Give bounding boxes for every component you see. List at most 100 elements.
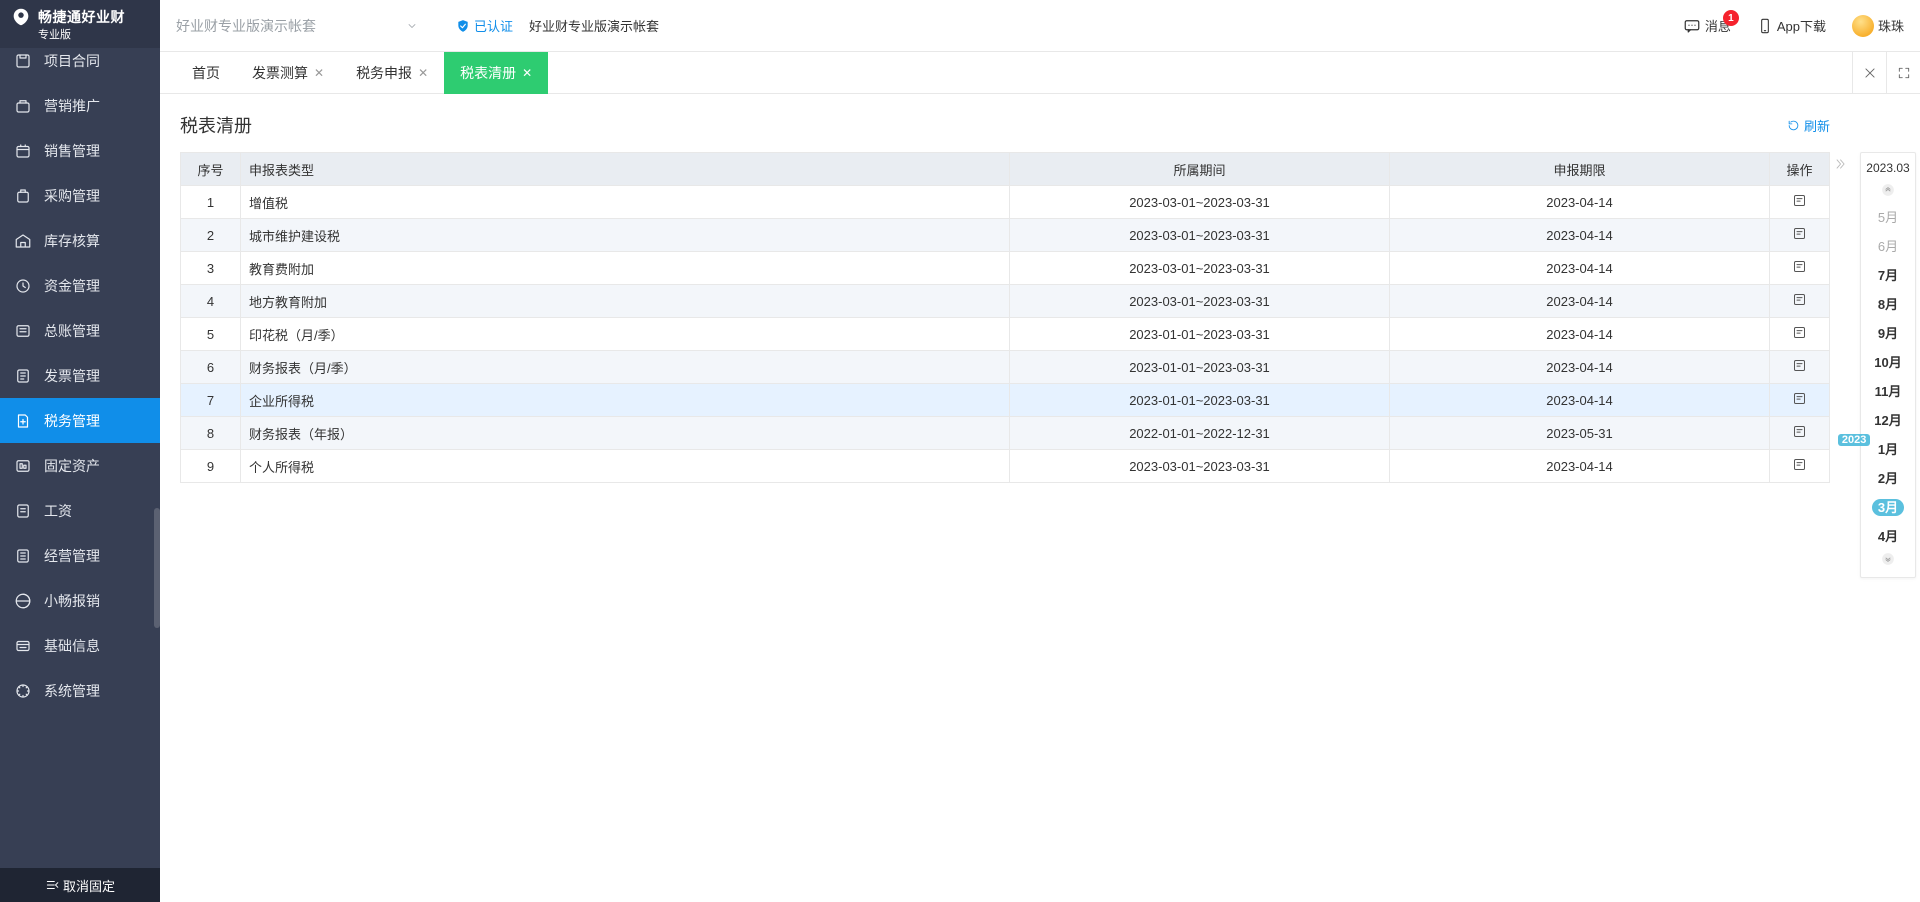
sidebar-item-12[interactable]: 小畅报销 — [0, 578, 160, 623]
cell-idx: 5 — [181, 318, 241, 351]
menu-icon — [14, 682, 32, 700]
app-download-button[interactable]: App下载 — [1757, 16, 1826, 35]
cell-op[interactable] — [1770, 252, 1830, 285]
sidebar-item-label: 销售管理 — [44, 141, 100, 161]
sidebar-item-13[interactable]: 基础信息 — [0, 623, 160, 668]
brand-block: 畅捷通好业财 专业版 — [0, 0, 160, 48]
menu-icon — [14, 97, 32, 115]
cell-due: 2023-04-14 — [1390, 285, 1770, 318]
sidebar-item-9[interactable]: 固定资产 — [0, 443, 160, 488]
table-row[interactable]: 7企业所得税2023-01-01~2023-03-312023-04-14 — [181, 384, 1830, 417]
menu-icon — [14, 232, 32, 250]
table-row[interactable]: 4地方教育附加2023-03-01~2023-03-312023-04-14 — [181, 285, 1830, 318]
sidebar-item-label: 基础信息 — [44, 636, 100, 656]
account-name: 好业财专业版演示帐套 — [176, 16, 316, 36]
tabs-fullscreen-button[interactable] — [1886, 52, 1920, 94]
cell-type: 城市维护建设税 — [241, 219, 1010, 252]
sidebar-item-3[interactable]: 采购管理 — [0, 173, 160, 218]
date-scroll-up[interactable] — [1881, 183, 1895, 200]
cell-type: 财务报表（年报） — [241, 417, 1010, 450]
date-month[interactable]: 7月 — [1872, 260, 1904, 289]
cell-op[interactable] — [1770, 285, 1830, 318]
sidebar-item-5[interactable]: 资金管理 — [0, 263, 160, 308]
avatar — [1852, 15, 1874, 37]
sidebar-item-8[interactable]: 税务管理 — [0, 398, 160, 443]
table-row[interactable]: 5印花税（月/季）2023-01-01~2023-03-312023-04-14 — [181, 318, 1830, 351]
cell-period: 2023-03-01~2023-03-31 — [1010, 450, 1390, 483]
sidebar-item-label: 经营管理 — [44, 546, 100, 566]
sidebar-unpin-label: 取消固定 — [63, 876, 115, 895]
sidebar-menu: 项目合同营销推广销售管理采购管理库存核算资金管理总账管理发票管理税务管理固定资产… — [0, 48, 160, 868]
sidebar-item-label: 项目合同 — [44, 51, 100, 71]
tab-close-icon[interactable]: ✕ — [522, 66, 532, 80]
date-current[interactable]: 2023.03 — [1861, 157, 1915, 181]
tabs-close-button[interactable] — [1852, 52, 1886, 94]
sidebar-item-10[interactable]: 工资 — [0, 488, 160, 533]
tab-0[interactable]: 首页 — [176, 52, 236, 94]
cell-op[interactable] — [1770, 219, 1830, 252]
date-month[interactable]: 5月 — [1872, 202, 1904, 231]
date-month[interactable]: 11月 — [1872, 376, 1904, 405]
verified-badge: 已认证 — [456, 16, 513, 35]
sidebar-item-1[interactable]: 营销推广 — [0, 83, 160, 128]
close-icon — [1863, 66, 1877, 80]
date-month[interactable]: 20231月 — [1872, 434, 1904, 463]
date-month[interactable]: 2月 — [1872, 463, 1904, 492]
tab-close-icon[interactable]: ✕ — [418, 66, 428, 80]
tab-1[interactable]: 发票测算✕ — [236, 52, 340, 94]
table-row[interactable]: 2城市维护建设税2023-03-01~2023-03-312023-04-14 — [181, 219, 1830, 252]
cell-op[interactable] — [1770, 417, 1830, 450]
sidebar-item-11[interactable]: 经营管理 — [0, 533, 160, 578]
brand-edition: 专业版 — [38, 26, 150, 42]
cell-op[interactable] — [1770, 318, 1830, 351]
table-row[interactable]: 9个人所得税2023-03-01~2023-03-312023-04-14 — [181, 450, 1830, 483]
sidebar-item-label: 资金管理 — [44, 276, 100, 296]
table-row[interactable]: 8财务报表（年报）2022-01-01~2022-12-312023-05-31 — [181, 417, 1830, 450]
refresh-button[interactable]: 刷新 — [1787, 116, 1830, 135]
table-row[interactable]: 3教育费附加2023-03-01~2023-03-312023-04-14 — [181, 252, 1830, 285]
messages-button[interactable]: 消息 1 — [1683, 16, 1731, 35]
date-month[interactable]: 12月 — [1872, 405, 1904, 434]
page-title: 税表清册 — [180, 112, 252, 138]
col-header: 序号 — [181, 153, 241, 186]
date-month[interactable]: 8月 — [1872, 289, 1904, 318]
detail-icon — [1792, 457, 1807, 472]
tabs-row: 首页发票测算✕税务申报✕税表清册✕ — [160, 52, 1920, 94]
sidebar-item-14[interactable]: 系统管理 — [0, 668, 160, 713]
date-month[interactable]: 3月 — [1872, 492, 1904, 521]
detail-icon — [1792, 193, 1807, 208]
sidebar-item-4[interactable]: 库存核算 — [0, 218, 160, 263]
account-selector[interactable]: 好业财专业版演示帐套 — [176, 16, 418, 36]
col-header: 所属期间 — [1010, 153, 1390, 186]
cell-op[interactable] — [1770, 351, 1830, 384]
date-month[interactable]: 4月 — [1872, 521, 1904, 550]
unpin-icon — [45, 878, 59, 892]
date-month[interactable]: 9月 — [1872, 318, 1904, 347]
message-icon — [1683, 17, 1701, 35]
cell-op[interactable] — [1770, 186, 1830, 219]
app-download-label: App下载 — [1777, 16, 1826, 35]
tab-label: 首页 — [192, 63, 220, 83]
topbar: 好业财专业版演示帐套 已认证 好业财专业版演示帐套 消息 1 App下载 珠珠 — [160, 0, 1920, 52]
tab-close-icon[interactable]: ✕ — [314, 66, 324, 80]
cell-due: 2023-04-14 — [1390, 186, 1770, 219]
user-menu[interactable]: 珠珠 — [1852, 15, 1904, 37]
tab-2[interactable]: 税务申报 ✕ — [340, 52, 444, 94]
table-row[interactable]: 1增值税2023-03-01~2023-03-312023-04-14 — [181, 186, 1830, 219]
sidebar-unpin[interactable]: 取消固定 — [0, 868, 160, 902]
user-name: 珠珠 — [1878, 16, 1904, 35]
date-month[interactable]: 6月 — [1872, 231, 1904, 260]
sidebar-item-2[interactable]: 销售管理 — [0, 128, 160, 173]
date-rail-toggle[interactable] — [1830, 154, 1850, 174]
table-row[interactable]: 6财务报表（月/季）2023-01-01~2023-03-312023-04-1… — [181, 351, 1830, 384]
sidebar-item-6[interactable]: 总账管理 — [0, 308, 160, 353]
cell-op[interactable] — [1770, 384, 1830, 417]
date-month[interactable]: 10月 — [1872, 347, 1904, 376]
date-scroll-down[interactable] — [1881, 552, 1895, 569]
tab-3[interactable]: 税表清册✕ — [444, 52, 548, 94]
sidebar-item-0[interactable]: 项目合同 — [0, 48, 160, 83]
cell-type: 企业所得税 — [241, 384, 1010, 417]
sidebar-item-7[interactable]: 发票管理 — [0, 353, 160, 398]
cell-op[interactable] — [1770, 450, 1830, 483]
tab-label: 税务申报 — [356, 63, 412, 83]
